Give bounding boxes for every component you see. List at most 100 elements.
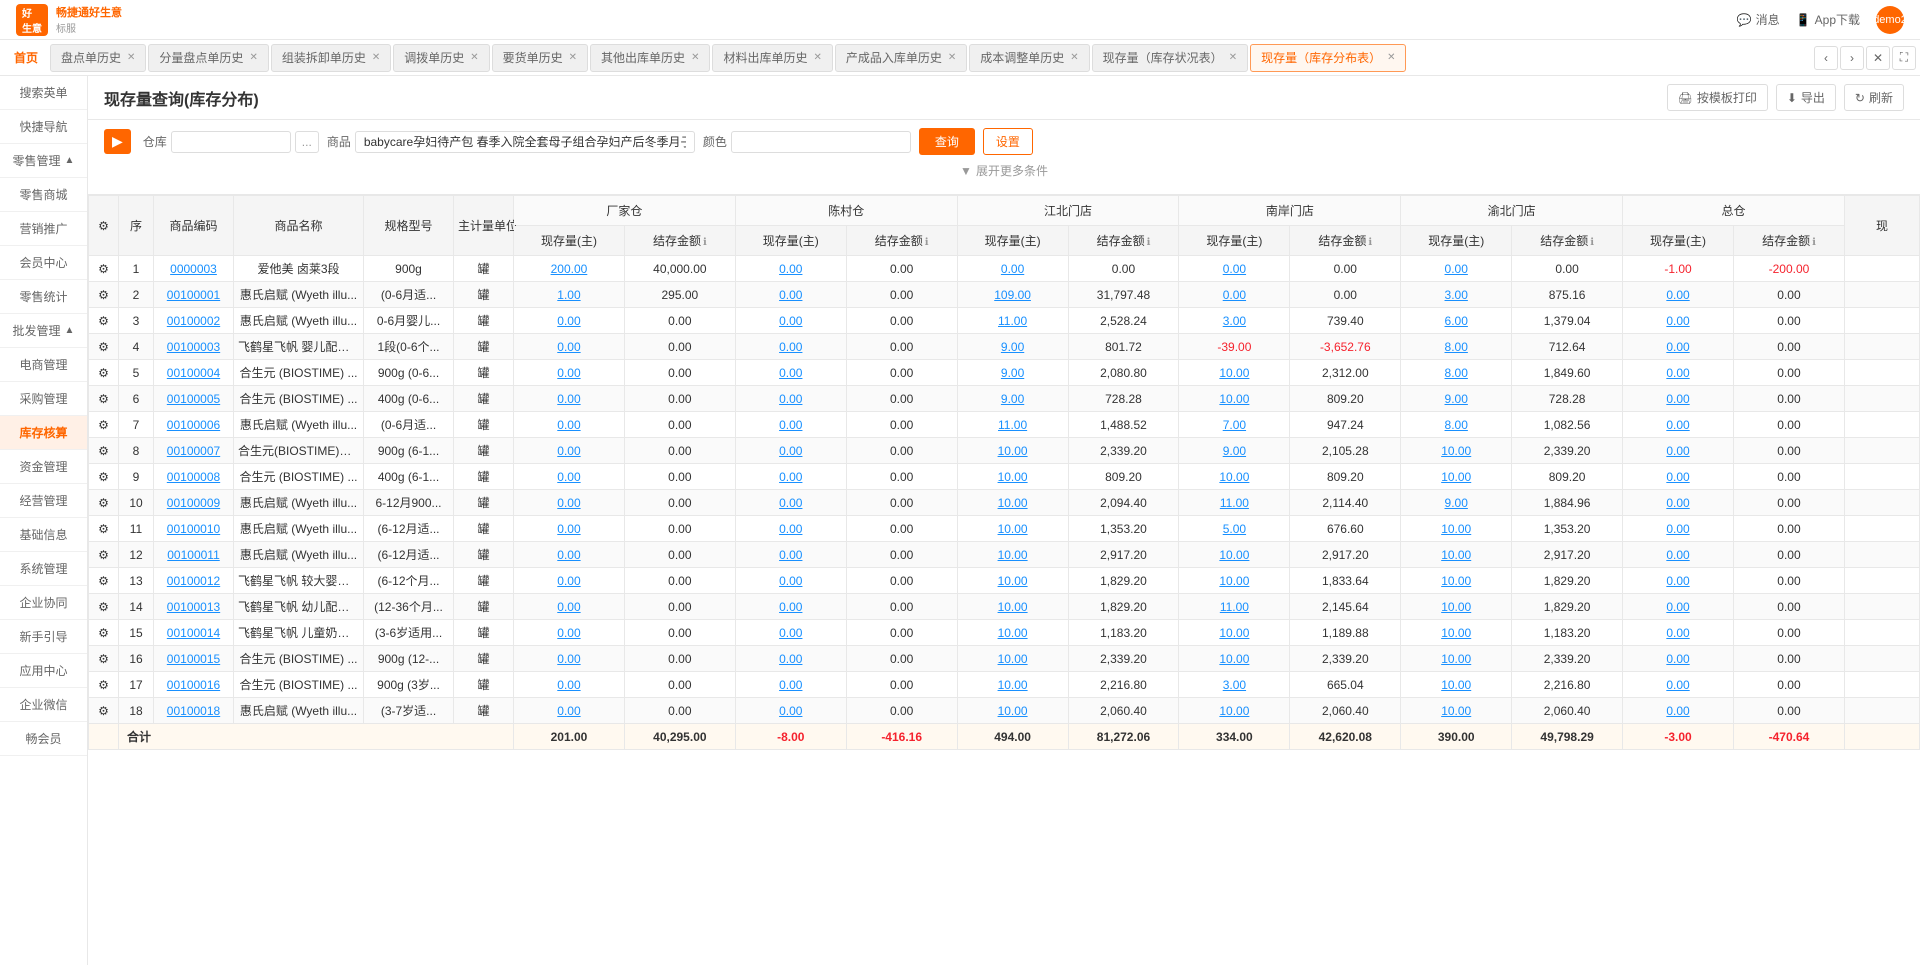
tab-close[interactable]: ✕ [948,52,956,63]
cell-settings[interactable]: ⚙ [89,490,119,516]
cell-factory-amount: 0.00 [624,308,735,334]
color-input[interactable] [731,131,911,153]
tab-item-8[interactable]: 产成品入库单历史✕ [835,44,967,72]
cell-name: 爱他美 卤莱3段 [234,256,364,282]
tab-close[interactable]: ✕ [127,52,135,63]
cell-settings[interactable]: ⚙ [89,672,119,698]
sidebar-item-2[interactable]: 零售管理▲ [0,144,87,178]
cell-settings[interactable]: ⚙ [89,516,119,542]
cell-settings[interactable]: ⚙ [89,308,119,334]
tab-next-btn[interactable]: › [1840,46,1864,70]
cell-no: 17 [119,672,154,698]
info-icon-3[interactable]: ℹ [1147,237,1151,248]
setting-button[interactable]: 设置 [983,128,1033,155]
tab-close[interactable]: ✕ [1229,52,1237,63]
info-icon-5[interactable]: ℹ [1590,237,1594,248]
cell-chen-stock: 0.00 [735,412,846,438]
sidebar-item-15[interactable]: 企业协同 [0,586,87,620]
cell-chen-stock: 0.00 [735,334,846,360]
cell-unit: 罐 [454,620,514,646]
tab-close[interactable]: ✕ [249,52,257,63]
cell-settings[interactable]: ⚙ [89,334,119,360]
tab-item-2[interactable]: 分量盘点单历史✕ [148,44,268,72]
sidebar-item-10[interactable]: 库存核算 [0,416,87,450]
tab-item-0[interactable]: 首页 [4,44,48,72]
sidebar-item-12[interactable]: 经营管理 [0,484,87,518]
expand-conditions-btn[interactable]: ▼ 展开更多条件 [952,159,1056,182]
app-download-btn[interactable]: 📱 App下载 [1796,11,1860,28]
message-btn[interactable]: 💬 消息 [1737,11,1780,28]
avatar[interactable]: demo2 [1876,6,1904,34]
action-btn-2[interactable]: ↻刷新 [1844,84,1904,111]
sidebar-item-0[interactable]: 搜索英单 [0,76,87,110]
cell-spec: 900g (12-... [364,646,454,672]
tab-close[interactable]: ✕ [372,52,380,63]
tab-item-7[interactable]: 材料出库单历史✕ [712,44,832,72]
action-btn-0[interactable]: 🖨按模板打印 [1667,84,1768,111]
warehouse-dots[interactable]: ... [295,131,319,153]
cell-settings[interactable]: ⚙ [89,698,119,724]
cell-settings[interactable]: ⚙ [89,386,119,412]
tab-prev-btn[interactable]: ‹ [1814,46,1838,70]
cell-settings[interactable]: ⚙ [89,594,119,620]
sidebar-item-17[interactable]: 应用中心 [0,654,87,688]
sidebar-item-16[interactable]: 新手引导 [0,620,87,654]
tab-close[interactable]: ✕ [813,52,821,63]
sidebar-item-4[interactable]: 营销推广 [0,212,87,246]
sidebar-label: 畅会员 [25,732,61,746]
tab-close[interactable]: ✕ [1070,52,1078,63]
sidebar-item-19[interactable]: 畅会员 [0,722,87,756]
sidebar-item-18[interactable]: 企业微信 [0,688,87,722]
sidebar-item-6[interactable]: 零售统计 [0,280,87,314]
table-row: ⚙ 14 00100013 飞鹤星飞帆 幼儿配方奶... (12-36个月...… [89,594,1920,620]
sidebar-item-7[interactable]: 批发管理▲ [0,314,87,348]
tab-close[interactable]: ✕ [470,52,478,63]
info-icon-6[interactable]: ℹ [1812,237,1816,248]
cell-settings[interactable]: ⚙ [89,412,119,438]
tab-item-6[interactable]: 其他出库单历史✕ [590,44,710,72]
sidebar-item-3[interactable]: 零售商城 [0,178,87,212]
sidebar-item-5[interactable]: 会员中心 [0,246,87,280]
tab-close-all-btn[interactable]: ✕ [1866,46,1890,70]
goods-input[interactable] [355,131,695,153]
cell-settings[interactable]: ⚙ [89,646,119,672]
cell-factory-amount: 295.00 [624,282,735,308]
tab-item-4[interactable]: 调拨单历史✕ [393,44,489,72]
cell-settings[interactable]: ⚙ [89,360,119,386]
tab-item-9[interactable]: 成本调整单历史✕ [969,44,1089,72]
expand-filter-btn[interactable]: ▶ [104,129,131,154]
tab-item-1[interactable]: 盘点单历史✕ [50,44,146,72]
cell-chen-amount: 0.00 [846,256,957,282]
warehouse-input[interactable] [171,131,291,153]
sidebar-item-14[interactable]: 系统管理 [0,552,87,586]
tab-close[interactable]: ✕ [691,52,699,63]
cell-settings[interactable]: ⚙ [89,256,119,282]
cell-nanan-amount: 2,105.28 [1290,438,1401,464]
sidebar-item-11[interactable]: 资金管理 [0,450,87,484]
sidebar-item-1[interactable]: 快捷导航 [0,110,87,144]
tab-item-11[interactable]: 现存量（库存分布表）✕ [1250,44,1406,72]
tab-close[interactable]: ✕ [569,52,577,63]
sidebar-item-8[interactable]: 电商管理 [0,348,87,382]
footer-settings [89,724,119,750]
sidebar-item-9[interactable]: 采购管理 [0,382,87,416]
cell-settings[interactable]: ⚙ [89,542,119,568]
tab-item-10[interactable]: 现存量（库存状况表）✕ [1092,44,1248,72]
sidebar-item-13[interactable]: 基础信息 [0,518,87,552]
cell-settings[interactable]: ⚙ [89,282,119,308]
info-icon-4[interactable]: ℹ [1368,237,1372,248]
tab-item-5[interactable]: 要货单历史✕ [492,44,588,72]
cell-settings[interactable]: ⚙ [89,568,119,594]
cell-settings[interactable]: ⚙ [89,464,119,490]
info-icon-2[interactable]: ℹ [925,237,929,248]
cell-yubeimen-stock: 10.00 [1401,438,1512,464]
cell-settings[interactable]: ⚙ [89,620,119,646]
tab-close[interactable]: ✕ [1387,52,1395,63]
tab-item-3[interactable]: 组装拆卸单历史✕ [271,44,391,72]
tab-maximize-btn[interactable]: ⛶ [1892,46,1916,70]
action-btn-1[interactable]: ⬇导出 [1776,84,1836,111]
cell-settings[interactable]: ⚙ [89,438,119,464]
cell-total-stock: 0.00 [1623,620,1734,646]
search-button[interactable]: 查询 [919,128,975,155]
info-icon-1[interactable]: ℹ [703,237,707,248]
